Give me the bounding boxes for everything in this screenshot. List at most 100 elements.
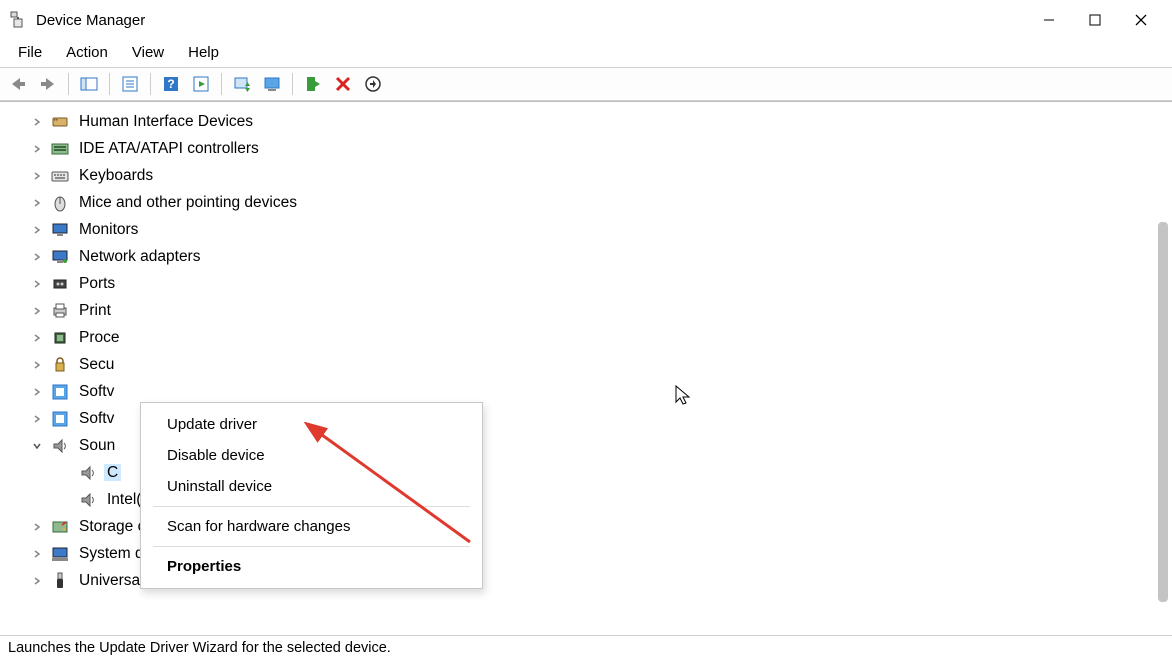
tree-node-label: Softv [79, 383, 114, 400]
menu-file[interactable]: File [8, 42, 52, 63]
window-controls [1026, 4, 1164, 36]
expand-icon[interactable] [30, 358, 44, 372]
system-icon [50, 544, 70, 564]
soft-icon [50, 382, 70, 402]
tree-node-label: Soun [79, 437, 115, 454]
port-icon [50, 274, 70, 294]
menu-view[interactable]: View [122, 42, 174, 63]
device-tree-panel: Human Interface Devices IDE ATA/ATAPI con… [0, 101, 1172, 632]
tree-node[interactable]: Monitors [30, 216, 1172, 243]
update-driver-button[interactable] [228, 70, 256, 98]
expand-icon[interactable] [30, 547, 44, 561]
tree-node[interactable]: Softv [30, 378, 1172, 405]
cpu-icon [50, 328, 70, 348]
tree-node-label: Softv [79, 410, 114, 427]
expand-icon[interactable] [30, 115, 44, 129]
maximize-button[interactable] [1072, 4, 1118, 36]
tree-node[interactable]: Network adapters [30, 243, 1172, 270]
expand-icon[interactable] [30, 520, 44, 534]
forward-button[interactable] [34, 70, 62, 98]
minimize-button[interactable] [1026, 4, 1072, 36]
svg-text:?: ? [167, 77, 174, 91]
expand-icon[interactable] [30, 412, 44, 426]
action-button[interactable] [187, 70, 215, 98]
expand-icon[interactable] [30, 169, 44, 183]
menu-help[interactable]: Help [178, 42, 229, 63]
tree-node[interactable]: Keyboards [30, 162, 1172, 189]
tree-node[interactable]: Ports [30, 270, 1172, 297]
tree-node[interactable]: IDE ATA/ATAPI controllers [30, 135, 1172, 162]
tree-node[interactable]: Print [30, 297, 1172, 324]
tree-node-label: Monitors [79, 221, 138, 238]
toolbar-separator [292, 73, 293, 95]
statusbar: Launches the Update Driver Wizard for th… [0, 635, 1172, 659]
expand-icon[interactable] [30, 574, 44, 588]
context-menu: Update driver Disable device Uninstall d… [140, 402, 483, 589]
toolbar-separator [221, 73, 222, 95]
hid-icon [50, 112, 70, 132]
speaker-icon [78, 490, 98, 510]
keyboard-icon [50, 166, 70, 186]
vertical-scrollbar[interactable] [1154, 102, 1170, 632]
expand-icon[interactable] [30, 196, 44, 210]
ide-icon [50, 139, 70, 159]
ctx-disable-device[interactable]: Disable device [141, 440, 482, 471]
app-icon [8, 10, 28, 30]
tree-node[interactable]: Mice and other pointing devices [30, 189, 1172, 216]
tree-node-label: Secu [79, 356, 114, 373]
ctx-uninstall-device[interactable]: Uninstall device [141, 471, 482, 502]
tree-node-label: Keyboards [79, 167, 153, 184]
titlebar: Device Manager [0, 0, 1172, 40]
tree-node[interactable]: Secu [30, 351, 1172, 378]
expand-icon[interactable] [30, 331, 44, 345]
expand-icon[interactable] [30, 223, 44, 237]
network-icon [50, 247, 70, 267]
soft-icon [50, 409, 70, 429]
disable-device-button[interactable] [258, 70, 286, 98]
tree-node[interactable]: Proce [30, 324, 1172, 351]
sound-icon [50, 436, 70, 456]
toolbar: ? [0, 67, 1172, 101]
toolbar-separator [68, 73, 69, 95]
collapse-icon[interactable] [30, 439, 44, 453]
expand-icon[interactable] [30, 142, 44, 156]
enable-device-button[interactable] [299, 70, 327, 98]
expand-icon[interactable] [30, 304, 44, 318]
usb-icon [50, 571, 70, 591]
speaker-icon [78, 463, 98, 483]
uninstall-device-button[interactable] [329, 70, 357, 98]
menubar: File Action View Help [0, 40, 1172, 67]
properties-button[interactable] [116, 70, 144, 98]
scan-hardware-button[interactable] [359, 70, 387, 98]
printer-icon [50, 301, 70, 321]
help-button[interactable]: ? [157, 70, 185, 98]
scrollbar-thumb[interactable] [1158, 222, 1168, 602]
tree-node-label: Ports [79, 275, 115, 292]
toolbar-separator [109, 73, 110, 95]
storage-icon [50, 517, 70, 537]
security-icon [50, 355, 70, 375]
ctx-scan-hardware[interactable]: Scan for hardware changes [141, 511, 482, 542]
tree-node-label: Human Interface Devices [79, 113, 253, 130]
tree-node-label: C [107, 464, 118, 481]
back-button[interactable] [4, 70, 32, 98]
window-title: Device Manager [36, 12, 1026, 29]
statusbar-text: Launches the Update Driver Wizard for th… [8, 640, 391, 656]
monitor-icon [50, 220, 70, 240]
tree-node[interactable]: Human Interface Devices [30, 108, 1172, 135]
tree-node-label: Mice and other pointing devices [79, 194, 297, 211]
ctx-separator [153, 506, 470, 507]
ctx-update-driver[interactable]: Update driver [141, 409, 482, 440]
tree-node-label: Network adapters [79, 248, 200, 265]
ctx-properties[interactable]: Properties [141, 551, 482, 582]
show-hide-console-tree-button[interactable] [75, 70, 103, 98]
expand-icon[interactable] [30, 277, 44, 291]
close-button[interactable] [1118, 4, 1164, 36]
expand-icon[interactable] [30, 250, 44, 264]
toolbar-separator [150, 73, 151, 95]
tree-node-label: Print [79, 302, 111, 319]
tree-node-label: Proce [79, 329, 120, 346]
menu-action[interactable]: Action [56, 42, 118, 63]
expand-icon[interactable] [30, 385, 44, 399]
mouse-icon [50, 193, 70, 213]
